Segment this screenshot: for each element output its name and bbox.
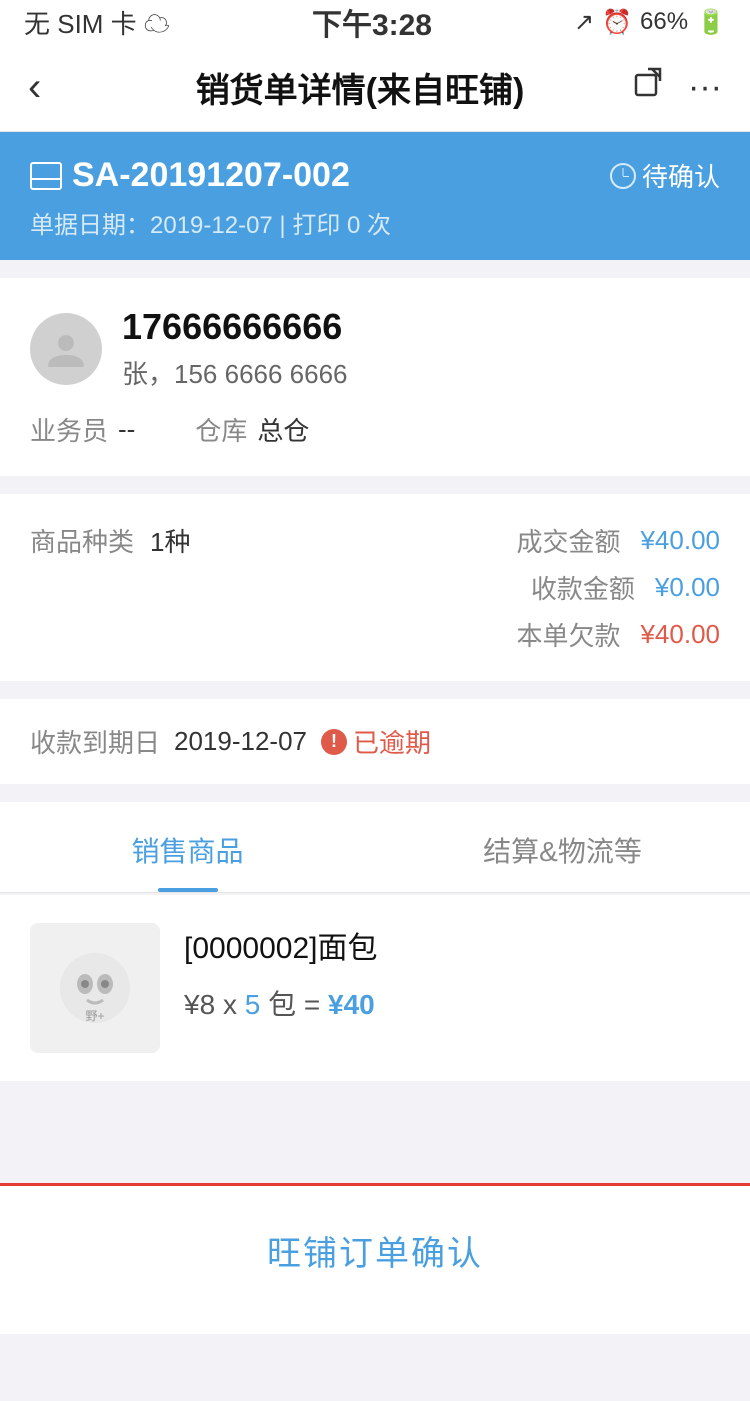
salesperson-label: 业务员 — [30, 411, 108, 448]
battery-icon: 🔋 — [696, 8, 726, 37]
bottom-action-area: 旺铺订单确认 — [0, 1183, 750, 1334]
balance-amount-value: ¥40.00 — [640, 619, 720, 650]
product-unit: 包 — [268, 989, 296, 1020]
svg-text:野+: 野+ — [85, 1009, 104, 1023]
payment-amount-label: 收款金额 — [531, 569, 635, 606]
payment-amount-row: 收款金额 ¥0.00 — [531, 569, 720, 606]
product-total: ¥40 — [328, 989, 375, 1020]
nav-bar: ‹ 销货单详情(来自旺铺) ··· — [0, 44, 750, 132]
share-button[interactable] — [632, 65, 668, 110]
overdue-icon: ! — [321, 729, 347, 755]
due-date-label: 收款到期日 — [30, 723, 160, 760]
deal-amount-row: 成交金额 ¥40.00 — [516, 522, 720, 559]
balance-amount-row: 本单欠款 ¥40.00 — [516, 616, 720, 653]
amount-info: 成交金额 ¥40.00 收款金额 ¥0.00 本单欠款 ¥40.00 — [516, 522, 720, 653]
product-thumbnail: 野+ — [30, 923, 160, 1053]
status-bar: 无 SIM 卡 ☁ 下午3:28 ↗ ⏰ 66% 🔋 — [0, 0, 750, 44]
customer-section: 17666666666 张，156 6666 6666 业务员 -- 仓库 总仓 — [0, 278, 750, 476]
category-value: 1种 — [150, 522, 190, 559]
customer-phone: 17666666666 — [122, 306, 348, 348]
warehouse-value: 总仓 — [257, 411, 309, 448]
deal-amount-value: ¥40.00 — [640, 525, 720, 556]
product-info: [0000002]面包 ¥8 x 5 包 = ¥40 — [184, 923, 720, 1023]
due-date-section: 收款到期日 2019-12-07 ! 已逾期 — [0, 699, 750, 784]
customer-row1: 17666666666 张，156 6666 6666 — [30, 306, 720, 391]
overdue-text: 已逾期 — [353, 723, 431, 760]
warehouse-label: 仓库 — [195, 411, 247, 448]
due-date-value: 2019-12-07 — [174, 726, 307, 757]
order-header-row1: SA-20191207-002 待确认 — [30, 156, 720, 195]
tab-sales-products[interactable]: 销售商品 — [0, 802, 375, 892]
more-button[interactable]: ··· — [688, 68, 722, 107]
product-price-row: ¥8 x 5 包 = ¥40 — [184, 983, 720, 1023]
salesperson-value: -- — [118, 414, 135, 445]
status-left: 无 SIM 卡 ☁ — [24, 4, 170, 41]
alarm-icon: ⏰ — [602, 8, 632, 37]
tabs-bar: 销售商品 结算&物流等 — [0, 802, 750, 893]
nav-actions: ··· — [632, 65, 722, 110]
overdue-badge: ! 已逾期 — [321, 723, 431, 760]
order-header: SA-20191207-002 待确认 单据日期：2019-12-07 | 打印… — [0, 132, 750, 260]
order-status: 待确认 — [610, 157, 720, 194]
back-button[interactable]: ‹ — [28, 65, 88, 110]
customer-name: 张，156 6666 6666 — [122, 354, 348, 391]
balance-amount-label: 本单欠款 — [516, 616, 620, 653]
clock-icon — [610, 163, 636, 189]
order-meta: 单据日期：2019-12-07 | 打印 0 次 — [30, 205, 720, 240]
deal-amount-label: 成交金额 — [516, 522, 620, 559]
battery-level: 66% — [640, 8, 688, 36]
category-info: 商品种类 1种 — [30, 522, 516, 559]
status-right: ↗ ⏰ 66% 🔋 — [574, 8, 726, 37]
status-time: 下午3:28 — [312, 0, 432, 44]
product-qty: 5 — [245, 989, 261, 1020]
warehouse-item: 仓库 总仓 — [195, 411, 309, 448]
customer-avatar — [30, 313, 102, 385]
stats-section: 商品种类 1种 成交金额 ¥40.00 收款金额 ¥0.00 本单欠款 ¥40.… — [0, 494, 750, 681]
product-section: 野+ [0000002]面包 ¥8 x 5 包 = ¥40 — [0, 895, 750, 1081]
product-name: [0000002]面包 — [184, 923, 720, 967]
product-unit-price: ¥8 — [184, 989, 215, 1020]
confirm-order-button[interactable]: 旺铺订单确认 — [30, 1206, 720, 1294]
sim-signal: 无 SIM 卡 ☁ — [24, 4, 170, 41]
salesperson-item: 业务员 -- — [30, 411, 135, 448]
page-title: 销货单详情(来自旺铺) — [196, 63, 525, 112]
customer-info: 17666666666 张，156 6666 6666 — [122, 306, 348, 391]
customer-details: 业务员 -- 仓库 总仓 — [30, 411, 720, 448]
location-icon: ↗ — [574, 8, 594, 37]
tab-settlement[interactable]: 结算&物流等 — [375, 802, 750, 892]
payment-amount-value: ¥0.00 — [655, 572, 720, 603]
order-icon — [30, 162, 62, 190]
order-id: SA-20191207-002 — [30, 156, 350, 195]
category-label: 商品种类 — [30, 522, 134, 559]
